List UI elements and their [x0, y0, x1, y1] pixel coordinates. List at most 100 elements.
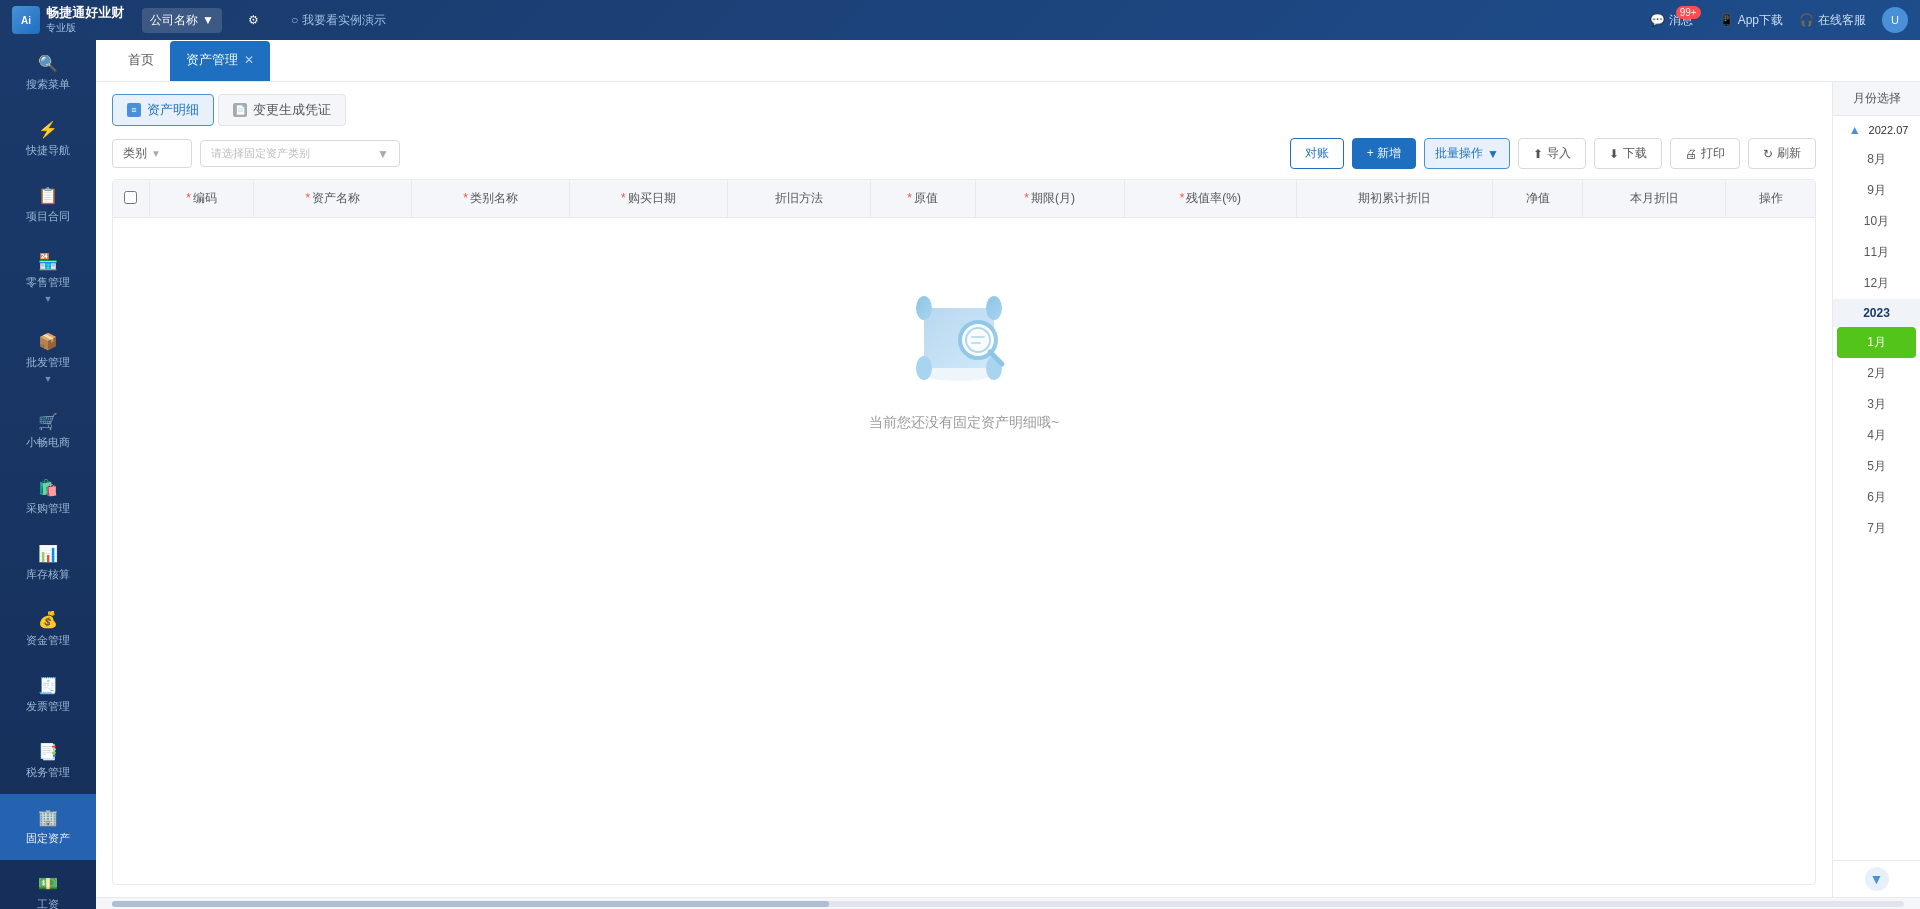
sub-tab-detail-label: 资产明细 — [147, 101, 199, 119]
th-purchase-date: *购买日期 — [569, 180, 727, 218]
headset-icon: 🎧 — [1799, 13, 1814, 27]
demo-link[interactable]: ○ 我要看实例演示 — [291, 12, 386, 29]
month-nav-down[interactable]: ▼ — [1865, 867, 1889, 891]
sidebar-item-inventory[interactable]: 📊 库存核算 — [0, 530, 96, 596]
month-item-2022-10[interactable]: 10月 — [1833, 206, 1920, 237]
project-icon: 📋 — [38, 186, 58, 205]
sidebar-label-inventory: 库存核算 — [26, 567, 70, 582]
sidebar-item-retail[interactable]: 🏪 零售管理 ▼ — [0, 238, 96, 318]
sidebar-label-project: 项目合同 — [26, 209, 70, 224]
sidebar-item-finance[interactable]: 💰 资金管理 — [0, 596, 96, 662]
company-selector[interactable]: 公司名称 ▼ — [142, 8, 222, 33]
retail-expand-arrow: ▼ — [44, 294, 53, 304]
month-panel-header: 月份选择 — [1833, 82, 1920, 116]
toolbar: 类别 ▼ 请选择固定资产类别 ▼ 对账 + 新增 — [112, 138, 1816, 169]
empty-text: 当前您还没有固定资产明细哦~ — [869, 414, 1059, 432]
inventory-icon: 📊 — [38, 544, 58, 563]
svg-point-3 — [986, 296, 1002, 320]
sub-tab-voucher[interactable]: 📄 变更生成凭证 — [218, 94, 346, 126]
month-item-2022-12[interactable]: 12月 — [1833, 268, 1920, 299]
demo-link-text: 我要看实例演示 — [302, 12, 386, 29]
month-item-2023-07[interactable]: 7月 — [1833, 513, 1920, 544]
message-button[interactable]: 💬 消息 99+ — [1650, 12, 1693, 29]
sidebar-item-invoice[interactable]: 🧾 发票管理 — [0, 662, 96, 728]
sidebar-item-search[interactable]: 🔍 搜索菜单 — [0, 40, 96, 106]
category-placeholder: 请选择固定资产类别 — [211, 146, 310, 161]
month-nav-up[interactable]: ▲ — [1845, 120, 1865, 140]
refresh-button[interactable]: ↻ 刷新 — [1748, 138, 1816, 169]
content-area: 首页 资产管理 ✕ ≡ 资产明细 📄 变更生成凭证 — [96, 40, 1920, 909]
settings-button[interactable]: ⚙ — [240, 9, 267, 31]
reconcile-label: 对账 — [1305, 145, 1329, 162]
finance-icon: 💰 — [38, 610, 58, 629]
sidebar-label-search: 搜索菜单 — [26, 77, 70, 92]
month-panel-footer: ▼ — [1833, 860, 1920, 897]
sidebar-label-quicknav: 快捷导航 — [26, 143, 70, 158]
ecommerce-icon: 🛒 — [38, 412, 58, 431]
import-button[interactable]: ⬆ 导入 — [1518, 138, 1586, 169]
sidebar-item-quicknav[interactable]: ⚡ 快捷导航 — [0, 106, 96, 172]
th-checkbox — [113, 180, 149, 218]
scroll-thumb — [112, 901, 829, 907]
customer-service-button[interactable]: 🎧 在线客服 — [1799, 12, 1866, 29]
top-bar: Ai 畅捷通好业财 专业版 公司名称 ▼ ⚙ ○ 我要看实例演示 💬 消息 99… — [0, 0, 1920, 40]
sidebar-item-project[interactable]: 📋 项目合同 — [0, 172, 96, 238]
current-year-display: 2022.07 — [1869, 124, 1909, 136]
month-item-2023-02[interactable]: 2月 — [1833, 358, 1920, 389]
tab-home[interactable]: 首页 — [112, 41, 170, 81]
toolbar-left: 类别 ▼ 请选择固定资产类别 ▼ — [112, 139, 400, 168]
demo-icon: ○ — [291, 13, 298, 27]
sidebar-item-purchase[interactable]: 🛍️ 采购管理 — [0, 464, 96, 530]
month-item-2023-05[interactable]: 5月 — [1833, 451, 1920, 482]
category-input[interactable]: 请选择固定资产类别 ▼ — [200, 140, 400, 167]
tab-asset-mgmt[interactable]: 资产管理 ✕ — [170, 41, 270, 81]
batch-label: 批量操作 — [1435, 145, 1483, 162]
settings-icon: ⚙ — [248, 13, 259, 27]
category-filter-select[interactable]: 类别 ▼ — [112, 139, 192, 168]
app-download-button[interactable]: 📱 App下载 — [1719, 12, 1783, 29]
th-monthly-depreciation: 本月折旧 — [1583, 180, 1726, 218]
month-item-2023-04[interactable]: 4月 — [1833, 420, 1920, 451]
reconcile-button[interactable]: 对账 — [1290, 138, 1344, 169]
sidebar-item-assets[interactable]: 🏢 固定资产 — [0, 794, 96, 860]
company-dropdown-icon: ▼ — [202, 13, 214, 27]
sidebar-item-ecommerce[interactable]: 🛒 小畅电商 — [0, 398, 96, 464]
month-list: 8月 9月 10月 11月 12月 2023 1月 2月 3月 4月 5月 6月… — [1833, 144, 1920, 860]
nav-tabs: 首页 资产管理 ✕ — [96, 40, 1920, 82]
salary-icon: 💵 — [38, 874, 58, 893]
sidebar-item-wholesale[interactable]: 📦 批发管理 ▼ — [0, 318, 96, 398]
batch-dropdown-icon: ▼ — [1487, 147, 1499, 161]
sidebar-label-finance: 资金管理 — [26, 633, 70, 648]
month-item-2023-06[interactable]: 6月 — [1833, 482, 1920, 513]
user-avatar[interactable]: U — [1882, 7, 1908, 33]
filter-arrow-icon: ▼ — [151, 148, 161, 159]
th-net-value: 净值 — [1492, 180, 1582, 218]
empty-state: 当前您还没有固定资产明细哦~ — [113, 218, 1815, 492]
top-bar-left: Ai 畅捷通好业财 专业版 公司名称 ▼ ⚙ ○ 我要看实例演示 — [12, 5, 1640, 35]
sub-tab-detail[interactable]: ≡ 资产明细 — [112, 94, 214, 126]
month-item-2022-08[interactable]: 8月 — [1833, 144, 1920, 175]
sidebar-item-tax[interactable]: 📑 税务管理 — [0, 728, 96, 794]
month-item-2022-09[interactable]: 9月 — [1833, 175, 1920, 206]
print-button[interactable]: 🖨 打印 — [1670, 138, 1740, 169]
add-button[interactable]: + 新增 — [1352, 138, 1416, 169]
month-item-2023-01[interactable]: 1月 — [1837, 327, 1916, 358]
refresh-icon: ↻ — [1763, 147, 1773, 161]
download-button[interactable]: ⬇ 下载 — [1594, 138, 1662, 169]
sidebar-item-salary[interactable]: 💵 工资 — [0, 860, 96, 909]
th-original-value: *原值 — [870, 180, 975, 218]
sidebar-label-assets: 固定资产 — [26, 831, 70, 846]
list-icon: ≡ — [127, 103, 141, 117]
tab-close-icon[interactable]: ✕ — [244, 53, 254, 67]
batch-button[interactable]: 批量操作 ▼ — [1424, 138, 1510, 169]
month-panel: 月份选择 ▲ 2022.07 8月 9月 10月 11月 12月 2023 1月… — [1832, 82, 1920, 897]
month-nav: ▲ 2022.07 — [1833, 116, 1920, 144]
sidebar-label-ecommerce: 小畅电商 — [26, 435, 70, 450]
assets-icon: 🏢 — [38, 808, 58, 827]
sidebar-label-purchase: 采购管理 — [26, 501, 70, 516]
print-label: 打印 — [1701, 145, 1725, 162]
month-item-2022-11[interactable]: 11月 — [1833, 237, 1920, 268]
bottom-scrollbar[interactable] — [96, 897, 1920, 909]
select-all-checkbox[interactable] — [124, 191, 137, 204]
month-item-2023-03[interactable]: 3月 — [1833, 389, 1920, 420]
